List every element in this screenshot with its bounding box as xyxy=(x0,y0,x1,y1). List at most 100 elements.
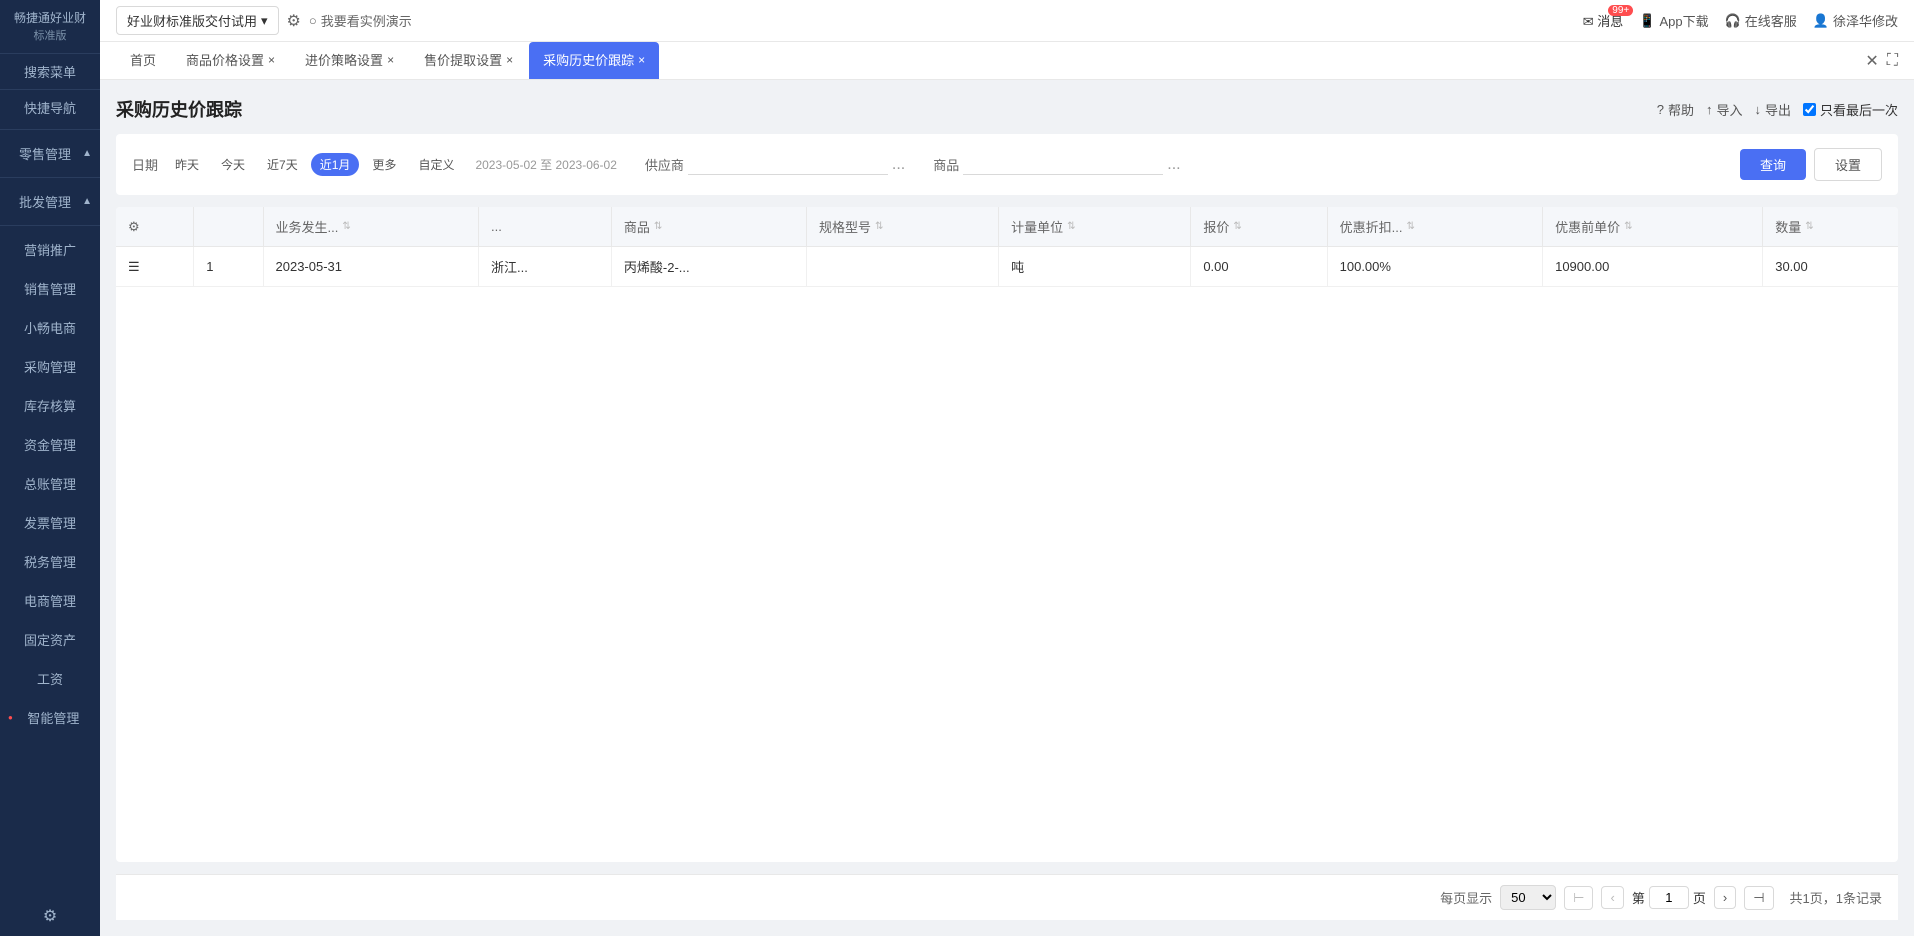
messages-btn[interactable]: ✉ 消息 99+ xyxy=(1583,11,1624,30)
page-header-actions: ? 帮助 ↑ 导入 ↓ 导出 只看最后一次 xyxy=(1657,100,1898,119)
topbar-right: ✉ 消息 99+ 📱 App下载 🎧 在线客服 👤 徐泽华修改 xyxy=(1583,11,1898,30)
tab-close-sale-price[interactable]: × xyxy=(506,53,513,67)
tab-close-purchase-history[interactable]: × xyxy=(638,53,645,67)
sidebar-item-retail[interactable]: 零售管理▲ xyxy=(0,134,100,173)
page-content: 采购历史价跟踪 ? 帮助 ↑ 导入 ↓ 导出 只看最后一次 xyxy=(100,80,1914,936)
logo-main: 畅捷通好业财 xyxy=(8,10,92,27)
th-spec[interactable]: 规格型号⇅ xyxy=(806,207,998,247)
page-input[interactable] xyxy=(1649,886,1689,909)
online-service-link[interactable]: 🎧 在线客服 xyxy=(1725,11,1797,30)
col-label-settings: ⚙ xyxy=(128,219,140,234)
tab-close-price[interactable]: × xyxy=(268,53,275,67)
sidebar-item-inventory[interactable]: 库存核算 xyxy=(0,386,100,425)
prev-page-btn[interactable]: ‹ xyxy=(1601,886,1623,909)
sidebar-item-ecommerce[interactable]: 电商管理 xyxy=(0,581,100,620)
supplier-input[interactable] xyxy=(688,155,888,175)
sidebar-item-finance[interactable]: 资金管理 xyxy=(0,425,100,464)
help-link[interactable]: ? 帮助 xyxy=(1657,100,1694,119)
tabs-container: 首页商品价格设置 ×进价策略设置 ×售价提取设置 ×采购历史价跟踪 × xyxy=(116,42,659,79)
sidebar-item-ecommerce-mini[interactable]: 小畅电商 xyxy=(0,308,100,347)
tab-close-purchase-strategy[interactable]: × xyxy=(387,53,394,67)
sidebar-label-accounting: 总账管理 xyxy=(8,474,92,493)
th-price[interactable]: 报价⇅ xyxy=(1191,207,1327,247)
date-btn-yesterday[interactable]: 昨天 xyxy=(166,153,208,176)
tab-purchase-history[interactable]: 采购历史价跟踪 × xyxy=(529,42,659,79)
th-date[interactable]: 业务发生...⇅ xyxy=(263,207,478,247)
fullscreen-btn[interactable]: ⛶ xyxy=(1887,52,1898,70)
th-goods[interactable]: 商品⇅ xyxy=(611,207,806,247)
sort-icon-price: ⇅ xyxy=(1233,221,1241,232)
sidebar-label-ecommerce: 电商管理 xyxy=(8,591,92,610)
tab-sale-price[interactable]: 售价提取设置 × xyxy=(410,42,527,79)
sidebar-item-marketing[interactable]: 营销推广 xyxy=(0,230,100,269)
sidebar-item-sales[interactable]: 销售管理 xyxy=(0,269,100,308)
th-quantity[interactable]: 数量⇅ xyxy=(1763,207,1898,247)
table-row[interactable]: ☰12023-05-31浙江...丙烯酸-2-...吨0.00100.00%10… xyxy=(116,247,1898,287)
app-download-link[interactable]: 📱 App下载 xyxy=(1639,11,1708,30)
sidebar-search[interactable]: 搜索菜单 xyxy=(0,54,100,90)
version-selector[interactable]: 好业财标准版交付试用 ▾ xyxy=(116,6,279,35)
sidebar-item-payroll[interactable]: 工资 xyxy=(0,659,100,698)
date-btn-today[interactable]: 今天 xyxy=(212,153,254,176)
only-last-checkbox-wrap: 只看最后一次 xyxy=(1803,100,1898,119)
settings-button[interactable]: 设置 xyxy=(1814,148,1882,181)
sidebar-item-purchase[interactable]: 采购管理 xyxy=(0,347,100,386)
sort-icon-unit_price: ⇅ xyxy=(1624,221,1632,232)
sidebar-item-accounting[interactable]: 总账管理 xyxy=(0,464,100,503)
sidebar-label-invoice: 发票管理 xyxy=(8,513,92,532)
query-button[interactable]: 查询 xyxy=(1740,149,1806,180)
first-page-btn[interactable]: ⊢ xyxy=(1564,886,1593,910)
sort-icon-discount: ⇅ xyxy=(1406,221,1414,232)
only-last-checkbox[interactable] xyxy=(1803,103,1816,116)
col-label-spec: 规格型号 xyxy=(819,217,871,236)
data-table-wrap: ⚙业务发生...⇅...商品⇅规格型号⇅计量单位⇅报价⇅优惠折扣...⇅优惠前单… xyxy=(116,207,1898,862)
table-body: ☰12023-05-31浙江...丙烯酸-2-...吨0.00100.00%10… xyxy=(116,247,1898,287)
date-range-display: 2023-05-02 至 2023-06-02 xyxy=(475,156,616,173)
page-header: 采购历史价跟踪 ? 帮助 ↑ 导入 ↓ 导出 只看最后一次 xyxy=(116,96,1898,122)
sidebar-quick-nav[interactable]: 快捷导航 xyxy=(0,90,100,125)
import-label: 导入 xyxy=(1716,100,1742,119)
th-unit_price[interactable]: 优惠前单价⇅ xyxy=(1543,207,1763,247)
page-suffix: 页 xyxy=(1693,888,1706,907)
tab-home[interactable]: 首页 xyxy=(116,42,170,79)
goods-input[interactable] xyxy=(963,155,1163,175)
tab-purchase-strategy[interactable]: 进价策略设置 × xyxy=(291,42,408,79)
date-btn-last1month[interactable]: 近1月 xyxy=(311,153,360,176)
date-btn-custom[interactable]: 自定义 xyxy=(409,153,463,176)
goods-ellipsis[interactable]: ... xyxy=(1167,156,1180,174)
import-link[interactable]: ↑ 导入 xyxy=(1706,100,1743,119)
cell-unit: 吨 xyxy=(999,247,1191,287)
import-icon: ↑ xyxy=(1706,102,1713,117)
next-page-btn[interactable]: › xyxy=(1714,886,1736,909)
per-page-select[interactable]: 102050100 xyxy=(1500,885,1556,910)
sidebar-label-sales: 销售管理 xyxy=(8,279,92,298)
th-unit[interactable]: 计量单位⇅ xyxy=(999,207,1191,247)
topbar-gear-icon[interactable]: ⚙ xyxy=(287,11,301,31)
sidebar-item-tax[interactable]: 税务管理 xyxy=(0,542,100,581)
settings-icon[interactable]: ⚙ xyxy=(43,908,57,925)
supplier-ellipsis[interactable]: ... xyxy=(892,156,905,174)
user-menu[interactable]: 👤 徐泽华修改 xyxy=(1813,11,1898,30)
cell-goods: 丙烯酸-2-... xyxy=(611,247,806,287)
tab-price[interactable]: 商品价格设置 × xyxy=(172,42,289,79)
export-icon: ↓ xyxy=(1754,102,1761,117)
goods-filter: 商品 ... xyxy=(933,155,1180,175)
date-btn-more[interactable]: 更多 xyxy=(363,153,405,176)
online-service-label: 在线客服 xyxy=(1745,11,1797,30)
help-icon: ? xyxy=(1657,102,1664,117)
sidebar-item-wholesale[interactable]: 批发管理▲ xyxy=(0,182,100,221)
chevron-down-icon: ▾ xyxy=(261,13,268,29)
demo-link[interactable]: ○ 我要看实例演示 xyxy=(309,11,412,30)
last-page-btn[interactable]: ⊣ xyxy=(1744,886,1773,910)
sidebar-item-smart[interactable]: ●智能管理 xyxy=(0,698,100,737)
export-link[interactable]: ↓ 导出 xyxy=(1754,100,1791,119)
sidebar-label-payroll: 工资 xyxy=(8,669,92,688)
close-tab-btn[interactable]: ✕ xyxy=(1865,51,1878,71)
th-discount[interactable]: 优惠折扣...⇅ xyxy=(1327,207,1542,247)
date-btn-last7[interactable]: 近7天 xyxy=(258,153,307,176)
supplier-label: 供应商 xyxy=(645,155,684,174)
sidebar-item-invoice[interactable]: 发票管理 xyxy=(0,503,100,542)
sidebar-label-purchase: 采购管理 xyxy=(8,357,92,376)
sidebar-item-assets[interactable]: 固定资产 xyxy=(0,620,100,659)
goods-label: 商品 xyxy=(933,155,959,174)
